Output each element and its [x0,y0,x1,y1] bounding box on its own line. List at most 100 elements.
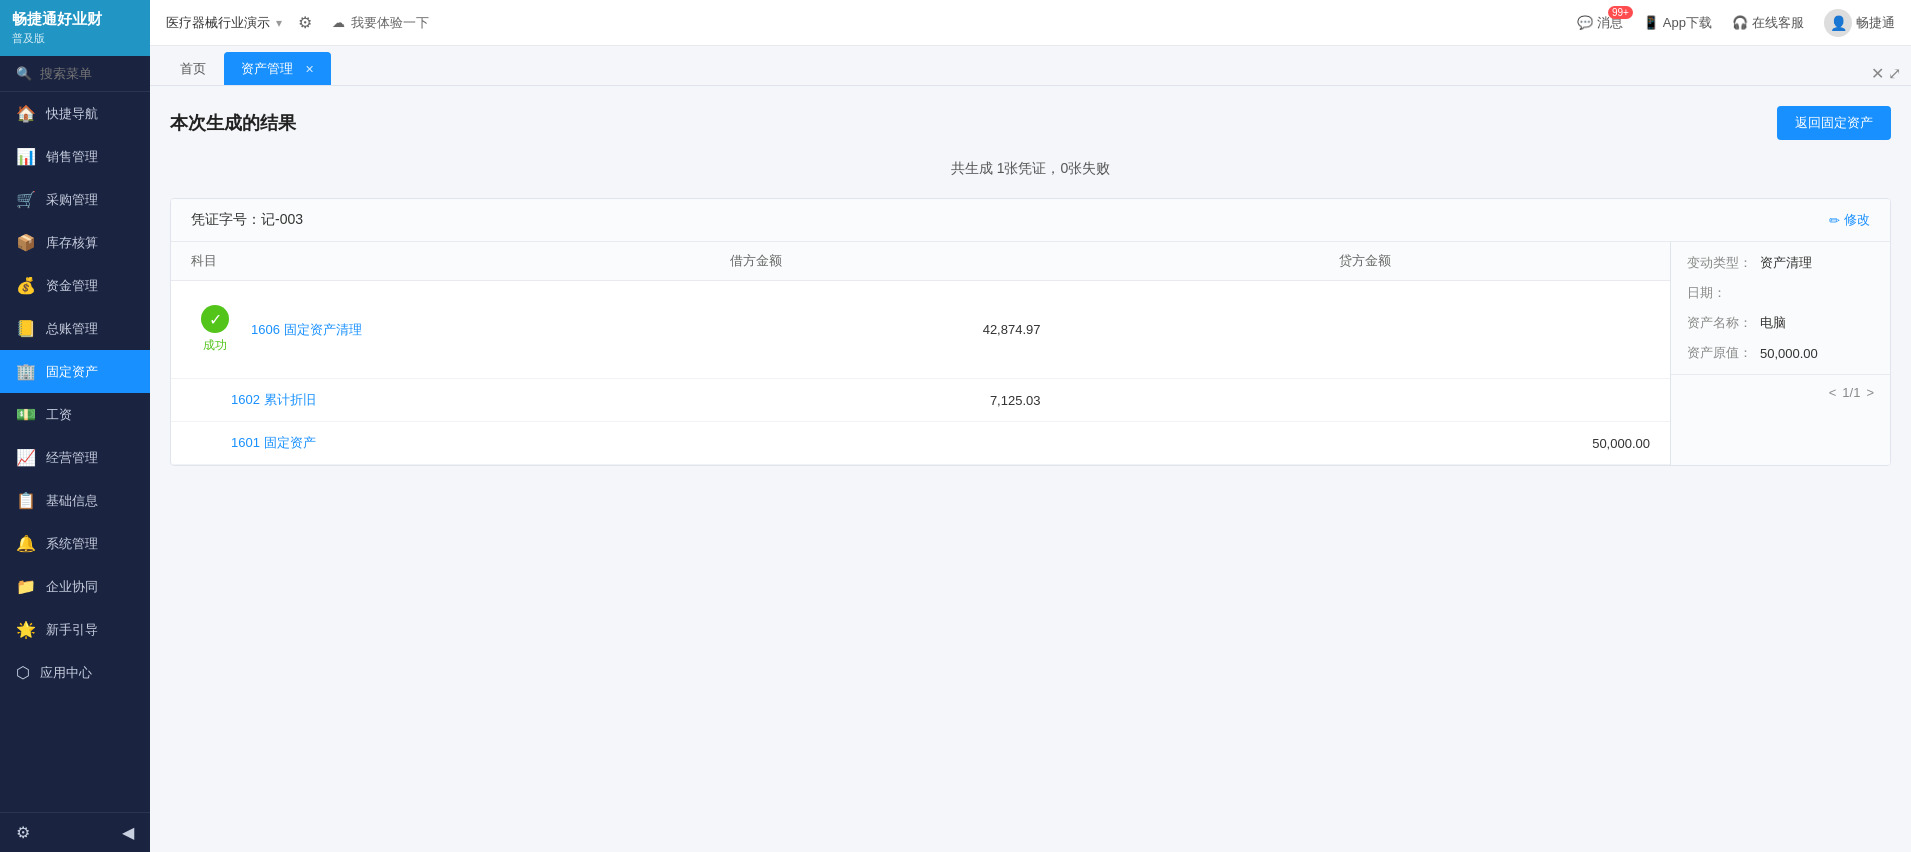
sidebar-item-enterprise[interactable]: 📁 企业协同 [0,565,150,608]
sidebar-item-basic[interactable]: 📋 基础信息 [0,479,150,522]
sidebar-item-guide[interactable]: 🌟 新手引导 [0,608,150,651]
settings-gear-icon[interactable]: ⚙ [298,13,312,32]
system-icon: 🔔 [16,534,36,553]
sidebar-item-label: 工资 [46,406,72,424]
content-area: 本次生成的结果 返回固定资产 共生成 1张凭证，0张失败 凭证字号：记-003 … [150,86,1911,852]
date-label: 日期： [1687,284,1726,302]
message-badge: 99+ [1608,6,1633,19]
summary-text: 共生成 1张凭证，0张失败 [170,160,1891,178]
sidebar-search[interactable]: 🔍 [0,56,150,92]
debit-amount-1: 42,874.97 [451,281,1061,379]
sidebar-item-label: 新手引导 [46,621,98,639]
tab-close-icon[interactable]: ✕ [305,63,314,75]
sidebar-item-label: 应用中心 [40,664,92,682]
sidebar-item-label: 经营管理 [46,449,98,467]
side-info: 变动类型： 资产清理 日期： 资产名称： 电脑 资产原值： [1671,242,1890,374]
date-row: 日期： [1687,284,1874,302]
col-debit: 借方金额 [451,242,1061,281]
sidebar-item-fixedasset[interactable]: 🏢 固定资产 [0,350,150,393]
account-code-2: 1602 累计折旧 [231,392,316,407]
sidebar-item-label: 总账管理 [46,320,98,338]
change-type-row: 变动类型： 资产清理 [1687,254,1874,272]
change-type-label: 变动类型： [1687,254,1752,272]
user-button[interactable]: 👤 畅捷通 [1824,9,1895,37]
credit-amount-3: 50,000.00 [1061,422,1671,465]
edit-label: 修改 [1844,211,1870,229]
col-credit: 贷方金额 [1061,242,1671,281]
original-value-row: 资产原值： 50,000.00 [1687,344,1874,362]
change-type-value: 资产清理 [1760,254,1812,272]
sidebar-item-label: 固定资产 [46,363,98,381]
sidebar-item-label: 采购管理 [46,191,98,209]
message-button[interactable]: 💬 消息 99+ [1577,14,1623,32]
original-value-value: 50,000.00 [1760,346,1818,361]
avatar: 👤 [1824,9,1852,37]
pagination: < 1/1 > [1671,374,1890,410]
experience-button[interactable]: ☁ 我要体验一下 [332,14,429,32]
credit-amount-2 [1061,379,1671,422]
asset-name-value: 电脑 [1760,314,1786,332]
sidebar-item-finance[interactable]: 💰 资金管理 [0,264,150,307]
sidebar-item-sales[interactable]: 📊 销售管理 [0,135,150,178]
voucher-card: 凭证字号：记-003 ✏ 修改 科目 借方金额 贷方金额 [170,198,1891,466]
service-label: 在线客服 [1752,14,1804,32]
appcenter-icon: ⬡ [16,663,30,682]
success-status: ✓ 成功 [191,293,239,366]
purchase-icon: 🛒 [16,190,36,209]
topbar-right: 💬 消息 99+ 📱 App下载 🎧 在线客服 👤 畅捷通 [1577,9,1895,37]
asset-name-label: 资产名称： [1687,314,1752,332]
sidebar-item-quicknav[interactable]: 🏠 快捷导航 [0,92,150,135]
original-value-label: 资产原值： [1687,344,1752,362]
app-download-button[interactable]: 📱 App下载 [1643,14,1712,32]
sidebar-item-purchase[interactable]: 🛒 采购管理 [0,178,150,221]
logo-title: 畅捷通好业财 [12,10,102,29]
sidebar-item-appcenter[interactable]: ⬡ 应用中心 [0,651,150,694]
tab-home[interactable]: 首页 [166,53,220,85]
sidebar-item-inventory[interactable]: 📦 库存核算 [0,221,150,264]
sidebar-item-label: 系统管理 [46,535,98,553]
phone-icon: 📱 [1643,15,1659,30]
company-selector[interactable]: 医疗器械行业演示 ▾ [166,14,282,32]
sidebar-item-label: 快捷导航 [46,105,98,123]
enterprise-icon: 📁 [16,577,36,596]
logo-subtitle: 普及版 [12,31,45,46]
panel-controls: ✕ ⤢ [1861,56,1911,91]
voucher-table: 科目 借方金额 贷方金额 ✓ [171,242,1890,465]
account-code-3: 1601 固定资产 [231,435,316,450]
sidebar-item-label: 基础信息 [46,492,98,510]
app-label: App下载 [1663,14,1712,32]
inventory-icon: 📦 [16,233,36,252]
search-input[interactable] [40,66,134,81]
service-button[interactable]: 🎧 在线客服 [1732,14,1804,32]
operation-icon: 📈 [16,448,36,467]
sidebar-item-salary[interactable]: 💵 工资 [0,393,150,436]
basic-icon: 📋 [16,491,36,510]
prev-page-icon[interactable]: < [1829,385,1837,400]
tabs-bar: 首页 资产管理 ✕ [150,46,1911,86]
edit-button[interactable]: ✏ 修改 [1829,211,1870,229]
sidebar-footer: ⚙ ◀ [0,812,150,852]
username-label: 畅捷通 [1856,14,1895,32]
tab-asset[interactable]: 资产管理 ✕ [224,52,331,85]
return-button[interactable]: 返回固定资产 [1777,106,1891,140]
sidebar-item-label: 资金管理 [46,277,98,295]
sidebar-item-operation[interactable]: 📈 经营管理 [0,436,150,479]
experience-label: 我要体验一下 [351,14,429,32]
settings-icon[interactable]: ⚙ [16,823,30,842]
headset-icon: 🎧 [1732,15,1748,30]
topbar: 医疗器械行业演示 ▾ ⚙ ☁ 我要体验一下 💬 消息 99+ 📱 App下载 🎧… [150,0,1911,46]
close-panel-button[interactable]: ✕ [1871,64,1884,83]
sidebar-item-ledger[interactable]: 📒 总账管理 [0,307,150,350]
salary-icon: 💵 [16,405,36,424]
next-page-icon[interactable]: > [1866,385,1874,400]
company-name: 医疗器械行业演示 [166,14,270,32]
collapse-icon[interactable]: ◀ [122,823,134,842]
account-code-1: 1606 固定资产清理 [251,321,362,339]
voucher-number: 凭证字号：记-003 [191,211,303,229]
guide-icon: 🌟 [16,620,36,639]
sidebar-item-label: 销售管理 [46,148,98,166]
search-icon: 🔍 [16,66,32,81]
expand-panel-button[interactable]: ⤢ [1888,64,1901,83]
sidebar-item-system[interactable]: 🔔 系统管理 [0,522,150,565]
page-info: 1/1 [1842,385,1860,400]
